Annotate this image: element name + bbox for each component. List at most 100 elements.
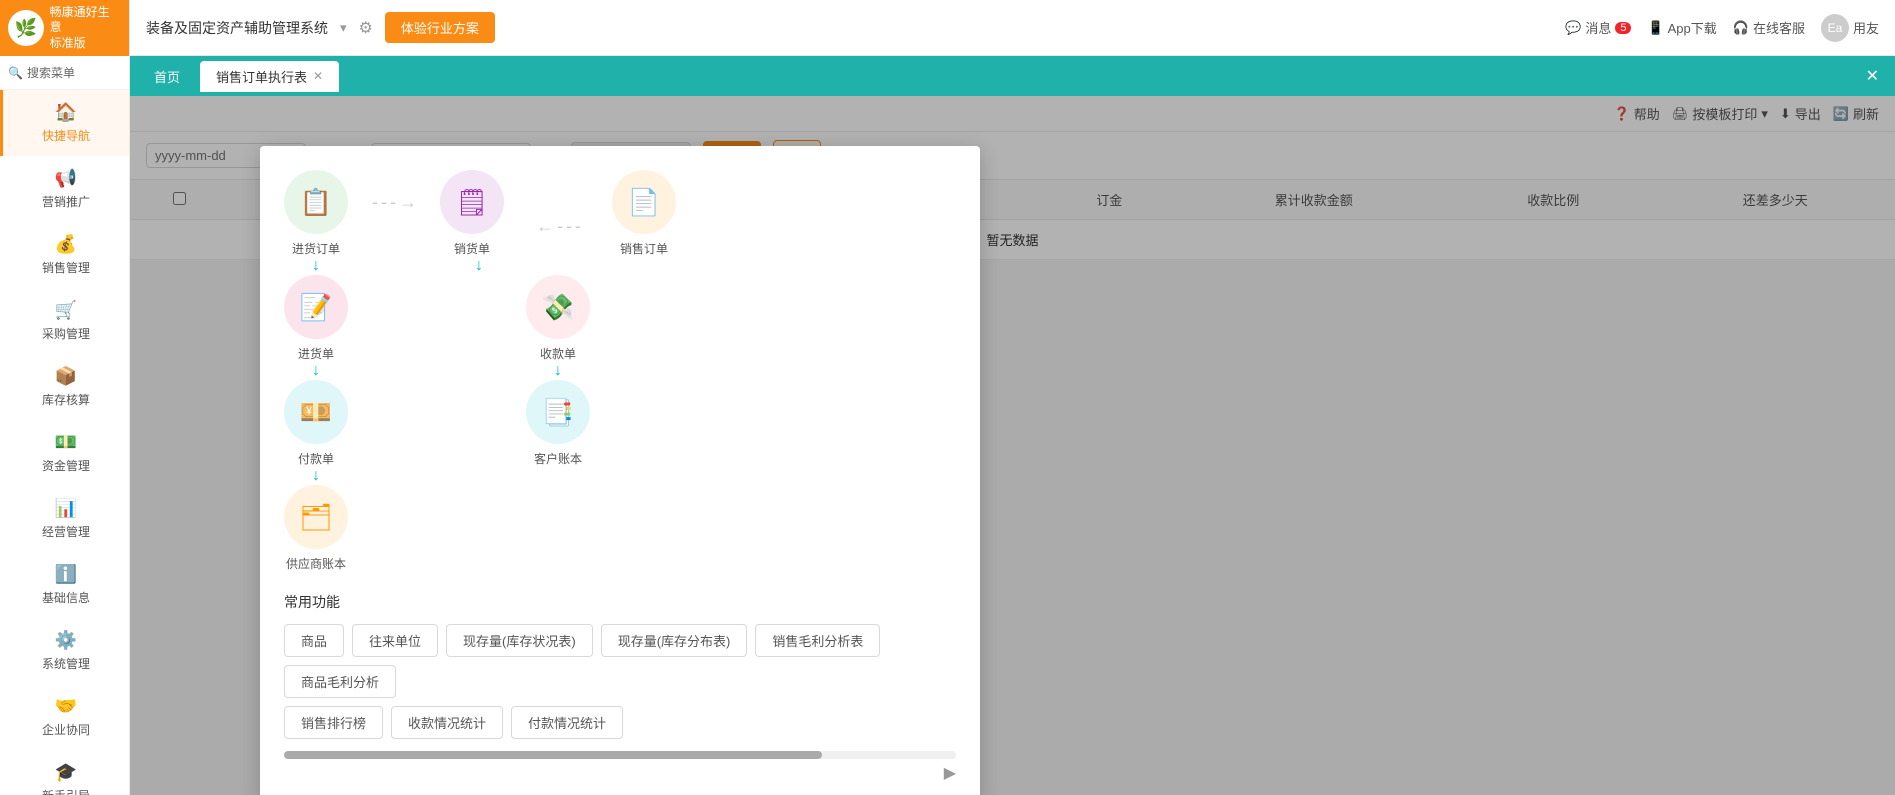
info-icon: ℹ️ [55, 564, 77, 585]
sidebar-item-marketing[interactable]: 📢 营销推广 [0, 156, 129, 222]
sales-order-icon: 📄 [628, 187, 660, 218]
supplier-account-circle: 🗂 [284, 485, 348, 549]
btn-stock-dist[interactable]: 现存量(库存分布表) [601, 624, 748, 657]
sidebar-item-label: 资金管理 [42, 457, 90, 474]
sidebar-item-finance[interactable]: 💵 资金管理 [0, 420, 129, 486]
sidebar-item-label: 快捷导航 [42, 127, 90, 144]
common-buttons-row2: 销售排行榜 收款情况统计 付款情况统计 [284, 706, 956, 739]
purchase-order-label: 进货订单 [292, 240, 340, 257]
h-arrow-1: - - - → [372, 192, 416, 229]
search-label: 搜索菜单 [27, 64, 75, 81]
sales-order-circle: 📄 [612, 170, 676, 234]
sidebar-logo: 🌿 畅康通好生意 标准版 [0, 0, 129, 56]
arrow-down-2: ↓ [312, 362, 320, 380]
receipt-icon: 💸 [542, 292, 574, 323]
flow-node-sales-order[interactable]: 📄 销售订单 [612, 170, 676, 257]
trial-button[interactable]: 体验行业方案 [385, 12, 495, 43]
supplier-account-label: 供应商账本 [286, 555, 346, 572]
sidebar-item-purchase[interactable]: 🛒 采购管理 [0, 288, 129, 354]
finance-icon: 💵 [55, 432, 77, 453]
flow-node-purchase-order[interactable]: 📋 进货订单 [284, 170, 348, 257]
marketing-icon: 📢 [55, 168, 77, 189]
sidebar-item-label: 销售管理 [42, 259, 90, 276]
header-right: 💬 消息 5 📱 App下载 🎧 在线客服 Ea 用友 [1565, 14, 1879, 42]
customer-account-circle: 📑 [526, 380, 590, 444]
top-header: 装备及固定资产辅助管理系统 ▾ ⚙ 体验行业方案 💬 消息 5 📱 App下载 … [130, 0, 1895, 56]
app-download-item[interactable]: 📱 App下载 [1647, 18, 1716, 37]
tab-close-icon[interactable]: ✕ [313, 69, 323, 83]
sidebar-item-label: 新手引导 [42, 787, 90, 795]
online-service-item[interactable]: 🎧 在线客服 [1733, 18, 1805, 37]
dropdown-arrow-icon[interactable]: ▾ [340, 20, 347, 36]
message-icon: 💬 [1565, 20, 1581, 36]
sidebar-item-collab[interactable]: 🤝 企业协同 [0, 684, 129, 750]
sales-icon: 💰 [55, 234, 77, 255]
home-icon: 🏠 [55, 102, 77, 123]
btn-sales-margin[interactable]: 销售毛利分析表 [755, 624, 880, 657]
tab-bar-close-icon[interactable]: ✕ [1858, 62, 1887, 90]
btn-sales-rank[interactable]: 销售排行榜 [284, 706, 383, 739]
customer-account-label: 客户账本 [534, 450, 582, 467]
system-icon: ⚙️ [55, 630, 77, 651]
message-badge: 5 [1615, 22, 1631, 34]
settings-icon[interactable]: ⚙ [359, 18, 373, 38]
flow-node-payment[interactable]: 💴 付款单 [284, 380, 348, 467]
message-label: 消息 [1585, 18, 1611, 37]
flow-node-customer-account[interactable]: 📑 客户账本 [526, 380, 590, 467]
sidebar-item-inventory[interactable]: 📦 库存核算 [0, 354, 129, 420]
sidebar-item-sales[interactable]: 💰 销售管理 [0, 222, 129, 288]
user-item[interactable]: Ea 用友 [1821, 14, 1879, 42]
btn-product[interactable]: 商品 [284, 624, 344, 657]
sidebar-item-label: 库存核算 [42, 391, 90, 408]
popup-scrollbar[interactable] [284, 751, 956, 759]
btn-product-margin[interactable]: 商品毛利分析 [284, 665, 396, 698]
purchase-order-circle: 📋 [284, 170, 348, 234]
btn-stock-status[interactable]: 现存量(库存状况表) [446, 624, 593, 657]
inventory-icon: 📦 [55, 366, 77, 387]
flow-node-supplier-account[interactable]: 🗂 供应商账本 [284, 485, 348, 572]
sidebar-item-system[interactable]: ⚙️ 系统管理 [0, 618, 129, 684]
sidebar-search[interactable]: 🔍 搜索菜单 [0, 56, 129, 90]
purchase-order-icon: 📋 [300, 187, 332, 218]
payment-label: 付款单 [298, 450, 334, 467]
payment-icon: 💴 [300, 397, 332, 428]
scroll-right-arrow[interactable]: ▶ [944, 763, 956, 783]
tab-home[interactable]: 首页 [138, 61, 196, 92]
btn-receipt-stats[interactable]: 收款情况统计 [391, 706, 503, 739]
sales-bill-icon: 🗒 [455, 187, 488, 218]
sidebar-item-guide[interactable]: 🎓 新手引导 [0, 750, 129, 795]
popup-overlay[interactable]: 📋 进货订单 ↓ 📝 进货单 ↓ [130, 96, 1895, 795]
search-icon: 🔍 [8, 66, 23, 80]
popup-scrollbar-thumb [284, 751, 822, 759]
common-functions-title: 常用功能 [284, 592, 956, 612]
collab-icon: 🤝 [55, 696, 77, 717]
payment-circle: 💴 [284, 380, 348, 444]
sidebar-item-label: 基础信息 [42, 589, 90, 606]
flow-node-receipt[interactable]: 💸 收款单 [526, 275, 590, 362]
flow-node-purchase-bill[interactable]: 📝 进货单 [284, 275, 348, 362]
arrow-down-3: ↓ [312, 467, 320, 485]
flow-node-sales-bill[interactable]: 🗒 销货单 [440, 170, 504, 257]
arrow-down-1: ↓ [312, 257, 320, 275]
h-arrow-2: ← - - - [536, 216, 580, 257]
message-item[interactable]: 💬 消息 5 [1565, 18, 1631, 37]
sidebar-item-label: 经营管理 [42, 523, 90, 540]
sidebar-item-basic-info[interactable]: ℹ️ 基础信息 [0, 552, 129, 618]
sidebar-nav: 🏠 快捷导航 📢 营销推广 💰 销售管理 🛒 采购管理 📦 库存核算 💵 资金管… [0, 90, 129, 795]
sales-order-label: 销售订单 [620, 240, 668, 257]
btn-partner[interactable]: 往来单位 [352, 624, 438, 657]
sidebar-item-quick-nav[interactable]: 🏠 快捷导航 [0, 90, 129, 156]
sidebar-item-operations[interactable]: 📊 经营管理 [0, 486, 129, 552]
tab-sales-order[interactable]: 销售订单执行表 ✕ [200, 61, 339, 92]
logo-icon: 🌿 [8, 10, 44, 46]
online-service-label: 在线客服 [1753, 18, 1805, 37]
receipt-label: 收款单 [540, 345, 576, 362]
popup-panel: 📋 进货订单 ↓ 📝 进货单 ↓ [260, 146, 980, 795]
guide-icon: 🎓 [55, 762, 77, 783]
common-functions: 常用功能 商品 往来单位 现存量(库存状况表) 现存量(库存分布表) 销售毛利分… [284, 592, 956, 739]
page-content: ❓ 帮助 🖨 按模板打印 ▾ ⬇ 导出 🔄 刷新 [130, 96, 1895, 795]
btn-payment-stats[interactable]: 付款情况统计 [511, 706, 623, 739]
service-icon: 🎧 [1733, 20, 1749, 36]
sidebar: 🌿 畅康通好生意 标准版 🔍 搜索菜单 🏠 快捷导航 📢 营销推广 💰 销售管理… [0, 0, 130, 795]
user-avatar: Ea [1821, 14, 1849, 42]
